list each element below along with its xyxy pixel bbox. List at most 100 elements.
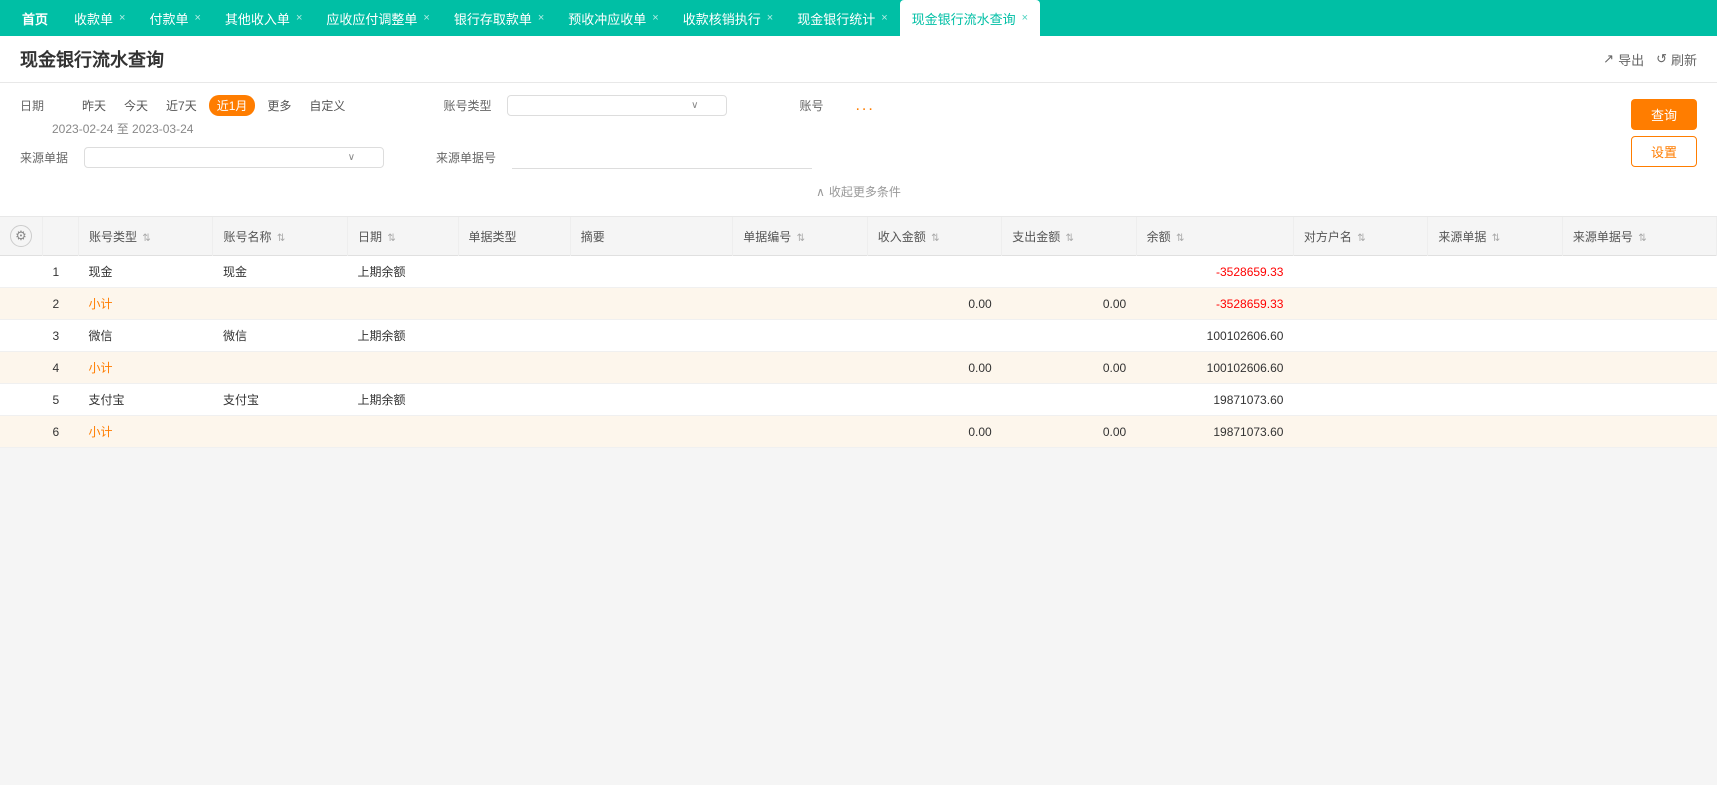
col-counterparty[interactable]: 对方户名 ⇅ [1293,217,1427,256]
export-button[interactable]: ↗ 导出 [1603,50,1644,69]
row-counterparty [1293,256,1427,288]
col-expense[interactable]: 支出金额 ⇅ [1002,217,1136,256]
row-account-name: 微信 [213,320,347,352]
account-type-label: 账号类型 [443,97,491,114]
nav-tab-0[interactable]: 收款单 × [62,0,137,36]
col-source-doc-no[interactable]: 来源单据号 ⇅ [1562,217,1716,256]
row-settings-cell [0,320,43,352]
close-tab-2-icon[interactable]: × [296,12,302,24]
refresh-button[interactable]: ↺ 刷新 [1656,50,1697,69]
date-opt-1month[interactable]: 近1月 [209,95,256,116]
data-table: ⚙ 账号类型 ⇅ 账号名称 ⇅ 日期 ⇅ 单据类型 摘要 单据编号 [0,217,1717,448]
row-counterparty [1293,288,1427,320]
table-row: 1现金现金上期余额-3528659.33 [0,256,1717,288]
row-counterparty [1293,320,1427,352]
nav-tab-1[interactable]: 付款单 × [137,0,212,36]
row-date [347,288,458,320]
row-expense [1002,256,1136,288]
source-doc-no-input[interactable] [512,145,812,169]
row-source-doc-no [1562,384,1716,416]
nav-tab-2[interactable]: 其他收入单 × [213,0,314,36]
col-balance[interactable]: 余额 ⇅ [1136,217,1293,256]
date-label: 日期 [20,97,60,114]
nav-tab-8[interactable]: 现金银行流水查询 × [900,0,1040,36]
source-doc-label: 来源单据 [20,149,68,166]
row-settings-cell [0,288,43,320]
row-summary [570,256,733,288]
row-index: 6 [43,416,79,448]
source-doc-select[interactable]: ∨ [84,147,384,168]
col-source-doc[interactable]: 来源单据 ⇅ [1428,217,1562,256]
row-source-doc [1428,384,1562,416]
date-opt-7days[interactable]: 近7天 [160,95,203,116]
close-tab-3-icon[interactable]: × [423,12,429,24]
account-type-select[interactable]: ∨ [507,95,727,116]
row-doc-type [458,256,570,288]
row-balance: 19871073.60 [1136,384,1293,416]
close-tab-0-icon[interactable]: × [119,12,125,24]
row-account-type: 现金 [79,256,213,288]
close-tab-6-icon[interactable]: × [767,12,773,24]
row-summary [570,320,733,352]
col-income[interactable]: 收入金额 ⇅ [867,217,1001,256]
nav-tab-5[interactable]: 预收冲应收单 × [556,0,670,36]
close-tab-7-icon[interactable]: × [881,12,887,24]
source-doc-chevron-icon: ∨ [348,152,355,163]
query-button[interactable]: 查询 [1631,99,1697,130]
col-index [43,217,79,256]
close-tab-8-icon[interactable]: × [1022,12,1028,24]
close-tab-5-icon[interactable]: × [652,12,658,24]
close-tab-4-icon[interactable]: × [538,12,544,24]
col-summary: 摘要 [570,217,733,256]
sort-expense-icon: ⇅ [1066,233,1074,244]
row-index: 2 [43,288,79,320]
filter-row-1: 日期 昨天 今天 近7天 近1月 更多 自定义 账号类型 ∨ 账号 ... [20,95,1611,116]
row-date: 上期余额 [347,384,458,416]
settings-button[interactable]: 设置 [1631,136,1697,167]
date-opt-custom[interactable]: 自定义 [303,95,351,116]
row-account-name [213,288,347,320]
account-more-icon[interactable]: ... [855,97,874,115]
table-row: 4小计0.000.00100102606.60 [0,352,1717,384]
row-source-doc-no [1562,288,1716,320]
row-balance: 100102606.60 [1136,320,1293,352]
date-opt-today[interactable]: 今天 [118,95,154,116]
col-settings[interactable]: ⚙ [0,217,43,256]
row-source-doc [1428,352,1562,384]
sort-balance-icon: ⇅ [1176,233,1184,244]
source-doc-no-label: 来源单据号 [436,149,496,166]
row-source-doc [1428,320,1562,352]
sort-income-icon: ⇅ [931,233,939,244]
row-balance: -3528659.33 [1136,256,1293,288]
col-doc-no[interactable]: 单据编号 ⇅ [733,217,867,256]
row-expense: 0.00 [1002,416,1136,448]
row-expense: 0.00 [1002,288,1136,320]
sort-counterparty-icon: ⇅ [1357,233,1365,244]
sort-doc-no-icon: ⇅ [797,233,805,244]
row-account-type: 小计 [79,288,213,320]
nav-tab-4[interactable]: 银行存取款单 × [442,0,556,36]
close-tab-1-icon[interactable]: × [194,12,200,24]
col-account-type[interactable]: 账号类型 ⇅ [79,217,213,256]
row-income [867,320,1001,352]
col-date[interactable]: 日期 ⇅ [347,217,458,256]
row-settings-cell [0,416,43,448]
date-opt-more[interactable]: 更多 [261,95,297,116]
row-index: 1 [43,256,79,288]
nav-home[interactable]: 首页 [8,9,62,28]
row-counterparty [1293,384,1427,416]
nav-tab-3[interactable]: 应收应付调整单 × [314,0,441,36]
collapse-bar[interactable]: ∧ 收起更多条件 [20,179,1697,204]
top-nav: 首页 收款单 × 付款单 × 其他收入单 × 应收应付调整单 × 银行存取款单 … [0,0,1717,36]
nav-tab-6[interactable]: 收款核销执行 × [671,0,785,36]
table-container: ⚙ 账号类型 ⇅ 账号名称 ⇅ 日期 ⇅ 单据类型 摘要 单据编号 [0,217,1717,448]
table-settings-icon[interactable]: ⚙ [10,225,32,247]
date-opt-yesterday[interactable]: 昨天 [76,95,112,116]
row-date [347,352,458,384]
row-date: 上期余额 [347,320,458,352]
col-account-name[interactable]: 账号名称 ⇅ [213,217,347,256]
sort-account-name-icon: ⇅ [277,233,285,244]
row-source-doc-no [1562,352,1716,384]
nav-tab-7[interactable]: 现金银行统计 × [785,0,899,36]
row-index: 3 [43,320,79,352]
